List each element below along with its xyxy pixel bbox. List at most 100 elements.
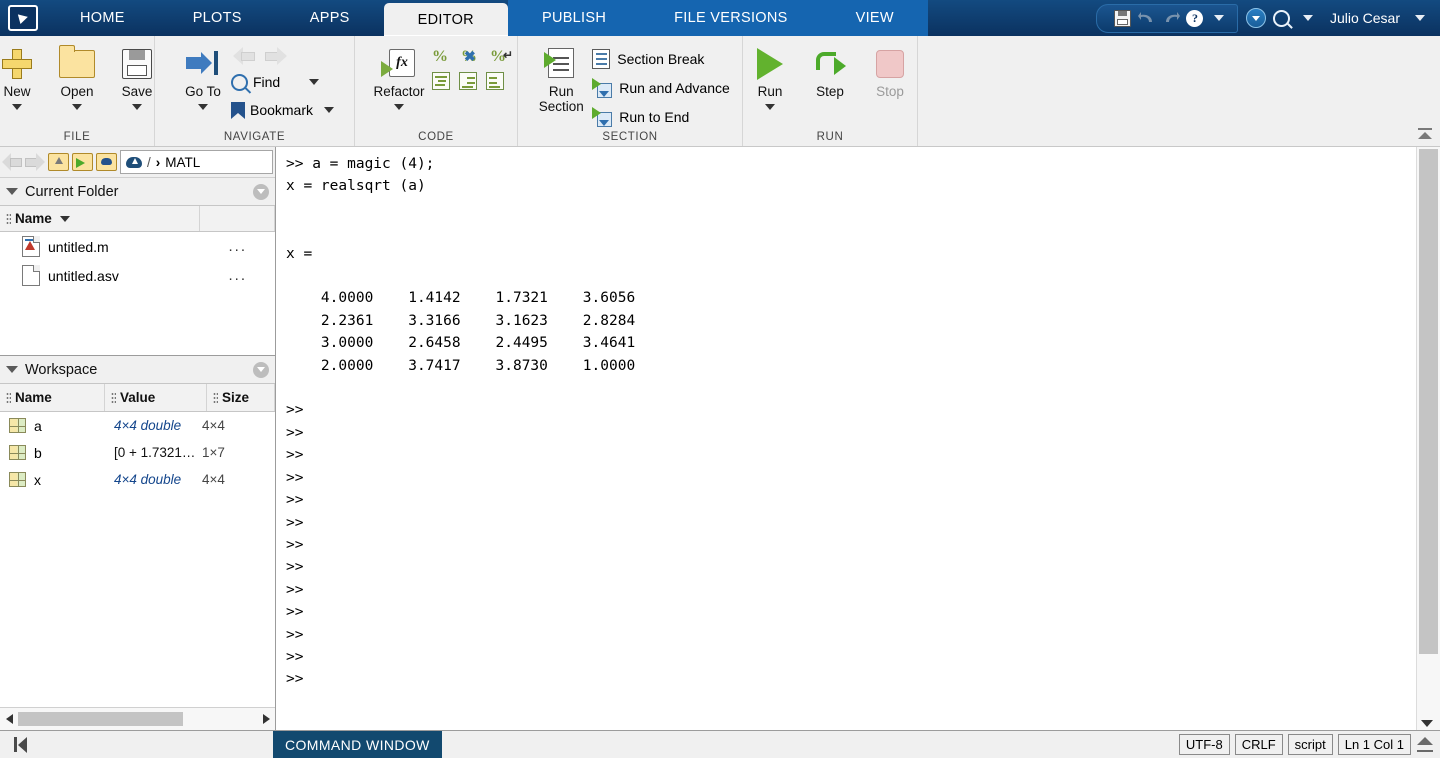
quick-access-toggle-icon[interactable]	[1244, 7, 1268, 29]
tab-file-versions[interactable]: FILE VERSIONS	[640, 0, 822, 36]
run-section-label-line2: Section	[538, 99, 584, 114]
encoding-indicator[interactable]: UTF-8	[1178, 734, 1230, 755]
browse-folder-icon[interactable]	[72, 153, 93, 171]
run-and-advance-button[interactable]: Run and Advance	[592, 73, 730, 102]
quick-access-toolbar: ? Julio Cesar	[1095, 0, 1440, 36]
user-name[interactable]: Julio Cesar	[1322, 10, 1406, 26]
search-icon[interactable]	[1270, 7, 1294, 29]
wrap-comments-icon[interactable]: % ↵	[490, 48, 513, 66]
scroll-left-icon[interactable]	[2, 711, 16, 727]
uncomment-icon[interactable]: % ✖	[461, 48, 477, 66]
scroll-right-icon[interactable]	[259, 711, 273, 727]
breadcrumb[interactable]: / › MATL	[120, 150, 273, 174]
column-header-blank[interactable]	[200, 206, 275, 231]
user-chevron-down-icon[interactable]	[1408, 7, 1432, 29]
tab-plots[interactable]: PLOTS	[159, 0, 276, 36]
bookmark-icon	[230, 101, 245, 119]
go-to-button[interactable]: Go To	[175, 42, 231, 110]
forward-arrow-icon[interactable]	[25, 153, 45, 171]
redo-icon[interactable]	[1159, 7, 1183, 29]
workspace-title: Workspace	[25, 361, 98, 378]
scroll-track[interactable]	[18, 712, 257, 726]
save-dropdown-caret-icon[interactable]	[132, 104, 142, 110]
navigate-forward-icon[interactable]	[264, 47, 287, 65]
table-row[interactable]: b [0 + 1.7321… 1×7	[0, 439, 275, 466]
panel-collapse-icon[interactable]	[6, 366, 18, 373]
run-and-advance-icon	[592, 77, 613, 98]
workspace-panel: Workspace Name Value Size a 4×4 double 4…	[0, 355, 275, 730]
current-folder-columns: Name	[0, 206, 275, 232]
collapse-ribbon-icon[interactable]	[1416, 126, 1434, 144]
column-header-name-label: Name	[15, 390, 52, 405]
column-header-name[interactable]: Name	[0, 384, 105, 411]
workspace-horizontal-scrollbar[interactable]	[0, 707, 275, 730]
new-dropdown-caret-icon[interactable]	[12, 104, 22, 110]
file-type-indicator[interactable]: script	[1287, 734, 1333, 755]
line-ending-indicator[interactable]: CRLF	[1234, 734, 1283, 755]
tab-view[interactable]: VIEW	[821, 0, 928, 36]
panel-options-icon[interactable]	[253, 361, 269, 378]
command-window-scrollbar[interactable]	[1416, 147, 1440, 730]
smart-indent-icon[interactable]	[432, 72, 450, 90]
table-row[interactable]: a 4×4 double 4×4	[0, 412, 275, 439]
new-button[interactable]: New	[0, 42, 47, 110]
show-more-icon[interactable]	[1416, 736, 1434, 754]
cursor-position-indicator[interactable]: Ln 1 Col 1	[1337, 734, 1411, 755]
step-button-label: Step	[816, 84, 844, 99]
run-to-end-icon	[592, 106, 613, 127]
stop-button[interactable]: Stop	[860, 42, 920, 99]
up-one-level-icon[interactable]	[48, 153, 69, 171]
open-button[interactable]: Open	[47, 42, 107, 110]
go-to-dropdown-caret-icon[interactable]	[197, 104, 208, 110]
current-folder-list[interactable]: untitled.m ... untitled.asv ...	[0, 232, 275, 355]
tab-home[interactable]: HOME	[46, 0, 159, 36]
run-to-end-button[interactable]: Run to End	[592, 102, 730, 131]
matlab-drive-cloud-icon	[126, 156, 142, 168]
find-button[interactable]: Find	[230, 68, 334, 96]
row-menu-icon[interactable]: ...	[228, 267, 247, 284]
bookmark-button[interactable]: Bookmark	[230, 96, 335, 124]
list-item[interactable]: untitled.m ...	[0, 232, 275, 261]
variable-name: a	[34, 417, 42, 434]
run-dropdown-caret-icon[interactable]	[765, 104, 775, 110]
save-floppy-icon[interactable]	[1111, 7, 1135, 29]
help-chevron-down-icon[interactable]	[1207, 7, 1231, 29]
row-menu-icon[interactable]: ...	[228, 238, 247, 255]
help-question-icon[interactable]: ?	[1183, 7, 1207, 29]
decrease-indent-icon[interactable]	[486, 72, 504, 90]
find-dropdown-caret-icon[interactable]	[309, 79, 320, 85]
increase-indent-icon[interactable]	[459, 72, 477, 90]
back-arrow-icon[interactable]	[2, 153, 22, 171]
column-header-size[interactable]: Size	[207, 384, 275, 411]
tab-apps[interactable]: APPS	[276, 0, 384, 36]
collapse-panel-icon[interactable]	[0, 731, 40, 758]
scroll-down-icon[interactable]	[1421, 720, 1433, 727]
scroll-thumb[interactable]	[18, 712, 183, 726]
undo-icon[interactable]	[1135, 7, 1159, 29]
open-dropdown-caret-icon[interactable]	[72, 104, 82, 110]
tab-editor[interactable]: EDITOR	[383, 3, 508, 36]
workspace-table[interactable]: a 4×4 double 4×4 b [0 + 1.7321… 1×7 x 4×…	[0, 412, 275, 707]
panel-options-icon[interactable]	[253, 183, 269, 200]
navigate-back-icon[interactable]	[232, 47, 255, 65]
search-chevron-down-icon[interactable]	[1296, 7, 1320, 29]
bookmark-dropdown-caret-icon[interactable]	[324, 107, 335, 113]
tab-publish[interactable]: PUBLISH	[507, 0, 641, 36]
refactor-button[interactable]: fx Refactor	[366, 42, 432, 110]
cloud-folder-icon[interactable]	[96, 153, 117, 171]
table-row[interactable]: x 4×4 double 4×4	[0, 466, 275, 493]
section-break-button[interactable]: Section Break	[592, 44, 730, 73]
refactor-dropdown-caret-icon[interactable]	[394, 104, 404, 110]
run-section-button[interactable]: Run Section	[530, 42, 592, 114]
panel-collapse-icon[interactable]	[6, 188, 18, 195]
list-item[interactable]: untitled.asv ...	[0, 261, 275, 290]
command-window-tab[interactable]: COMMAND WINDOW	[273, 731, 442, 758]
run-button[interactable]: Run	[740, 42, 800, 110]
step-button[interactable]: Step	[800, 42, 860, 99]
comment-icon[interactable]: %	[432, 48, 448, 66]
column-header-value[interactable]: Value	[105, 384, 207, 411]
column-header-name[interactable]: Name	[0, 206, 200, 231]
scroll-thumb[interactable]	[1419, 149, 1438, 654]
ribbon-group-code-label: CODE	[418, 131, 454, 143]
command-window-output[interactable]: >> a = magic (4); x = realsqrt (a) x = 4…	[276, 147, 1440, 730]
